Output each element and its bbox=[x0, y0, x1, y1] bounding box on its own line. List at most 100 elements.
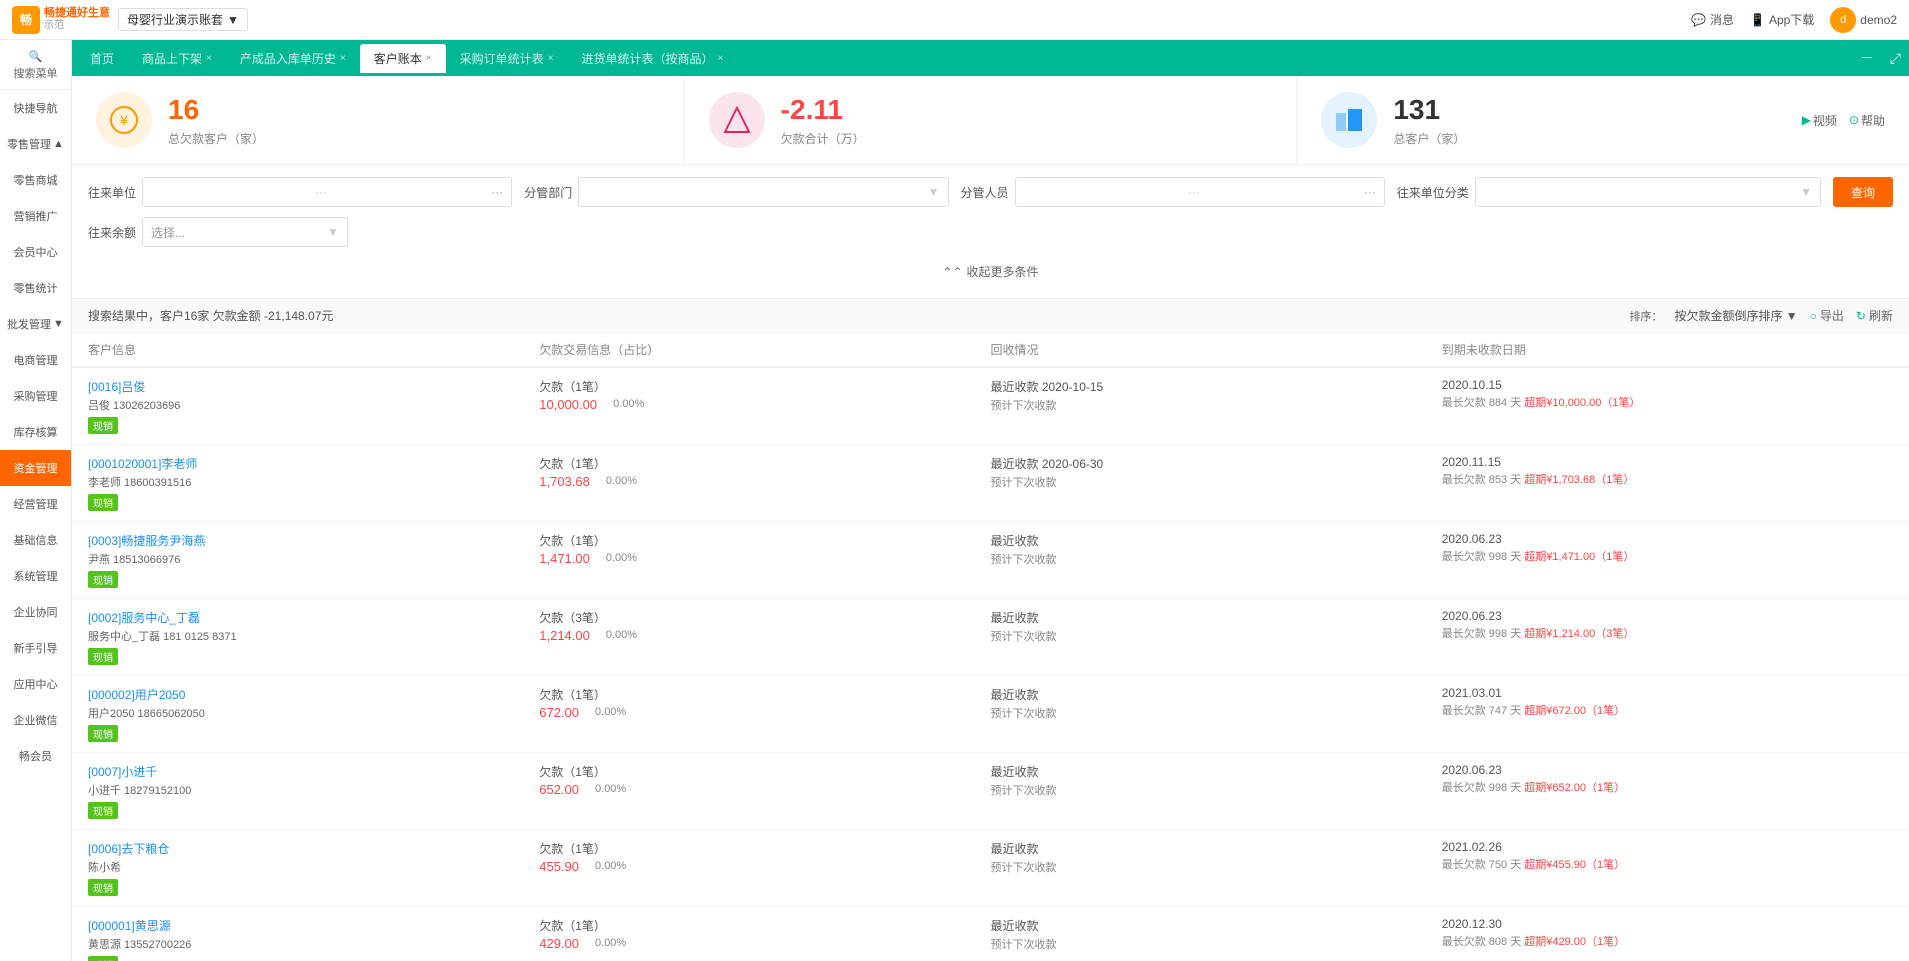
overdue-link-4[interactable]: 超期¥1,214.00（3笔） bbox=[1524, 628, 1634, 640]
tab-product-publish-close[interactable]: × bbox=[206, 53, 212, 64]
sidebar-item-basic-info[interactable]: 基础信息 bbox=[0, 522, 71, 558]
sidebar-item-finance[interactable]: 资金管理 bbox=[0, 450, 71, 486]
tab-production-history-close[interactable]: × bbox=[340, 53, 346, 64]
due-date-5: 2021.03.01 bbox=[1442, 686, 1893, 700]
sidebar-item-retail-mgmt[interactable]: 零售管理 ▲ bbox=[0, 126, 71, 162]
overdue-link-6[interactable]: 超期¥652.00（1笔） bbox=[1524, 782, 1625, 794]
export-button[interactable]: ○ 导出 bbox=[1810, 307, 1844, 324]
customer-name-4[interactable]: [0002]服务中心_丁磊 bbox=[88, 609, 539, 626]
overdue-link-5[interactable]: 超期¥672.00（1笔） bbox=[1524, 705, 1625, 717]
debt-ratio-2: 0.00% bbox=[606, 475, 637, 487]
filter-balance: 往来余额 选择... ▼ bbox=[88, 217, 348, 247]
user-menu[interactable]: d demo2 bbox=[1830, 7, 1897, 33]
sidebar-search[interactable]: 🔍 搜索菜单 bbox=[0, 40, 71, 90]
tab-production-history[interactable]: 产成品入库单历史 × bbox=[226, 44, 360, 73]
due-date-4: 2020.06.23 bbox=[1442, 609, 1893, 623]
sidebar-item-ecom[interactable]: 电商管理 bbox=[0, 342, 71, 378]
overdue-days-6: 最长欠款 998 天 超期¥652.00（1笔） bbox=[1442, 779, 1893, 795]
overdue-link-7[interactable]: 超期¥455.90（1笔） bbox=[1524, 859, 1625, 871]
filter-balance-select[interactable]: 选择... ▼ bbox=[142, 217, 348, 247]
col-header-due-date: 到期未收款日期 bbox=[1442, 341, 1893, 358]
tab-minimize-icon[interactable]: － bbox=[1856, 44, 1878, 72]
overdue-link-8[interactable]: 超期¥429.00（1笔） bbox=[1524, 936, 1625, 948]
tab-bar-actions: － ⤢ bbox=[1856, 44, 1905, 72]
filter-unit-input[interactable]: ··· bbox=[142, 177, 512, 207]
sidebar-item-retail-mall[interactable]: 零售商城 bbox=[0, 162, 71, 198]
customer-cell-3: [0003]畅捷服务尹海燕 尹燕 18513066976 现销 bbox=[88, 532, 539, 588]
customer-name-3[interactable]: [0003]畅捷服务尹海燕 bbox=[88, 532, 539, 549]
video-button[interactable]: ▶ 视频 bbox=[1802, 112, 1837, 129]
search-icon: 🔍 bbox=[4, 50, 67, 63]
filter-dept-select[interactable]: ▼ bbox=[578, 177, 948, 207]
stat-body-total-customers: 131 总客户（家） bbox=[1393, 94, 1465, 147]
overdue-days-8: 最长欠款 808 天 超期¥429.00（1笔） bbox=[1442, 933, 1893, 949]
sidebar-item-enterprise[interactable]: 企业协同 bbox=[0, 594, 71, 630]
filter-person-input[interactable]: ··· bbox=[1015, 177, 1385, 207]
video-label: 视频 bbox=[1813, 112, 1837, 129]
sidebar-item-member[interactable]: 会员中心 bbox=[0, 234, 71, 270]
message-button[interactable]: 💬 消息 bbox=[1691, 11, 1734, 28]
debt-count-6: 欠款（1笔） bbox=[539, 763, 990, 780]
tab-customer-ledger[interactable]: 客户账本 × bbox=[360, 44, 446, 73]
tab-home[interactable]: 首页 bbox=[76, 44, 128, 73]
filter-collapse-button[interactable]: ⌃⌃ 收起更多条件 bbox=[88, 257, 1893, 286]
sort-select[interactable]: 按欠款金额倒序排序 ▼ bbox=[1674, 307, 1797, 324]
refresh-button[interactable]: ↻ 刷新 bbox=[1856, 307, 1893, 324]
sidebar-item-retail-stats[interactable]: 零售统计 bbox=[0, 270, 71, 306]
overdue-days-2: 最长欠款 853 天 超期¥1,703.68（1笔） bbox=[1442, 471, 1893, 487]
filter-dept: 分管部门 ▼ bbox=[524, 177, 948, 207]
debt-amount-2: 1,703.68 bbox=[539, 474, 590, 489]
table-row: [0001020001]李老师 李老师 18600391516 现销 欠款（1笔… bbox=[72, 445, 1909, 522]
filter-category-select[interactable]: ▼ bbox=[1475, 177, 1821, 207]
customer-name-7[interactable]: [0006]去下粮仓 bbox=[88, 840, 539, 857]
top-bar: 畅 畅捷通好生意 示范 母婴行业演示账套 ▼ 💬 消息 📱 App下载 d de… bbox=[0, 0, 1909, 40]
sidebar-item-operations[interactable]: 经营管理 bbox=[0, 486, 71, 522]
due-date-cell-8: 2020.12.30 最长欠款 808 天 超期¥429.00（1笔） bbox=[1442, 917, 1893, 949]
overdue-link-2[interactable]: 超期¥1,703.68（1笔） bbox=[1524, 474, 1634, 486]
overdue-link-3[interactable]: 超期¥1,471.00（1笔） bbox=[1524, 551, 1634, 563]
filter-balance-label: 往来余额 bbox=[88, 224, 136, 241]
app-download-button[interactable]: 📱 App下载 bbox=[1750, 11, 1814, 28]
tab-customer-ledger-close[interactable]: × bbox=[426, 53, 432, 64]
sidebar-item-purchase[interactable]: 采购管理 bbox=[0, 378, 71, 414]
sidebar-item-inventory[interactable]: 库存核算 bbox=[0, 414, 71, 450]
search-button[interactable]: 查询 bbox=[1833, 177, 1893, 207]
sidebar-item-guide[interactable]: 新手引导 bbox=[0, 630, 71, 666]
tab-purchase-order-stats[interactable]: 采购订单统计表 × bbox=[446, 44, 568, 73]
debt-count-1: 欠款（1笔） bbox=[539, 378, 990, 395]
tab-production-history-label: 产成品入库单历史 bbox=[240, 50, 336, 67]
customer-name-1[interactable]: [0016]吕俊 bbox=[88, 378, 539, 395]
help-button[interactable]: ⊙ 帮助 bbox=[1849, 112, 1885, 129]
overdue-link-1[interactable]: 超期¥10,000.00（1笔） bbox=[1524, 397, 1640, 409]
customer-name-5[interactable]: [000002]用户2050 bbox=[88, 686, 539, 703]
tab-product-publish[interactable]: 商品上下架 × bbox=[128, 44, 226, 73]
results-actions: 排序： 按欠款金额倒序排序 ▼ ○ 导出 ↻ 刷新 bbox=[1629, 307, 1893, 324]
sidebar-item-wechat[interactable]: 企业微信 bbox=[0, 702, 71, 738]
store-selector[interactable]: 母婴行业演示账套 ▼ bbox=[118, 8, 248, 31]
refresh-label: 刷新 bbox=[1869, 307, 1893, 324]
collection-cell-4: 最近收款 预计下次收款 bbox=[991, 609, 1442, 644]
customer-name-6[interactable]: [0007]小进千 bbox=[88, 763, 539, 780]
sidebar-item-member2[interactable]: 畅会员 bbox=[0, 738, 71, 774]
tab-purchase-goods-stats-close[interactable]: × bbox=[717, 53, 723, 64]
customer-name-8[interactable]: [000001]黄思源 bbox=[88, 917, 539, 934]
debt-amount-3: 1,471.00 bbox=[539, 551, 590, 566]
sidebar-item-apps[interactable]: 应用中心 bbox=[0, 666, 71, 702]
tab-purchase-goods-stats[interactable]: 进货单统计表（按商品） × bbox=[567, 44, 737, 73]
sidebar-item-marketing[interactable]: 营销推广 bbox=[0, 198, 71, 234]
next-collection-8: 预计下次收款 bbox=[991, 936, 1442, 952]
debt-cell-4: 欠款（3笔） 1,214.00 0.00% bbox=[539, 609, 990, 643]
app-subtitle: 示范 bbox=[44, 20, 110, 32]
debt-count-4: 欠款（3笔） bbox=[539, 609, 990, 626]
help-label: 帮助 bbox=[1861, 112, 1885, 129]
debt-ratio-7: 0.00% bbox=[595, 860, 626, 872]
tab-customer-ledger-label: 客户账本 bbox=[374, 50, 422, 67]
tab-purchase-order-stats-close[interactable]: × bbox=[548, 53, 554, 64]
sidebar-item-quick-nav[interactable]: 快捷导航 bbox=[0, 90, 71, 126]
sidebar-item-system[interactable]: 系统管理 bbox=[0, 558, 71, 594]
tab-maximize-icon[interactable]: ⤢ bbox=[1886, 46, 1905, 71]
chevron-down-icon: ▼ bbox=[53, 318, 64, 330]
customer-name-2[interactable]: [0001020001]李老师 bbox=[88, 455, 539, 472]
sidebar-item-wholesale-mgmt[interactable]: 批发管理 ▼ bbox=[0, 306, 71, 342]
debt-cell-1: 欠款（1笔） 10,000.00 0.00% bbox=[539, 378, 990, 412]
